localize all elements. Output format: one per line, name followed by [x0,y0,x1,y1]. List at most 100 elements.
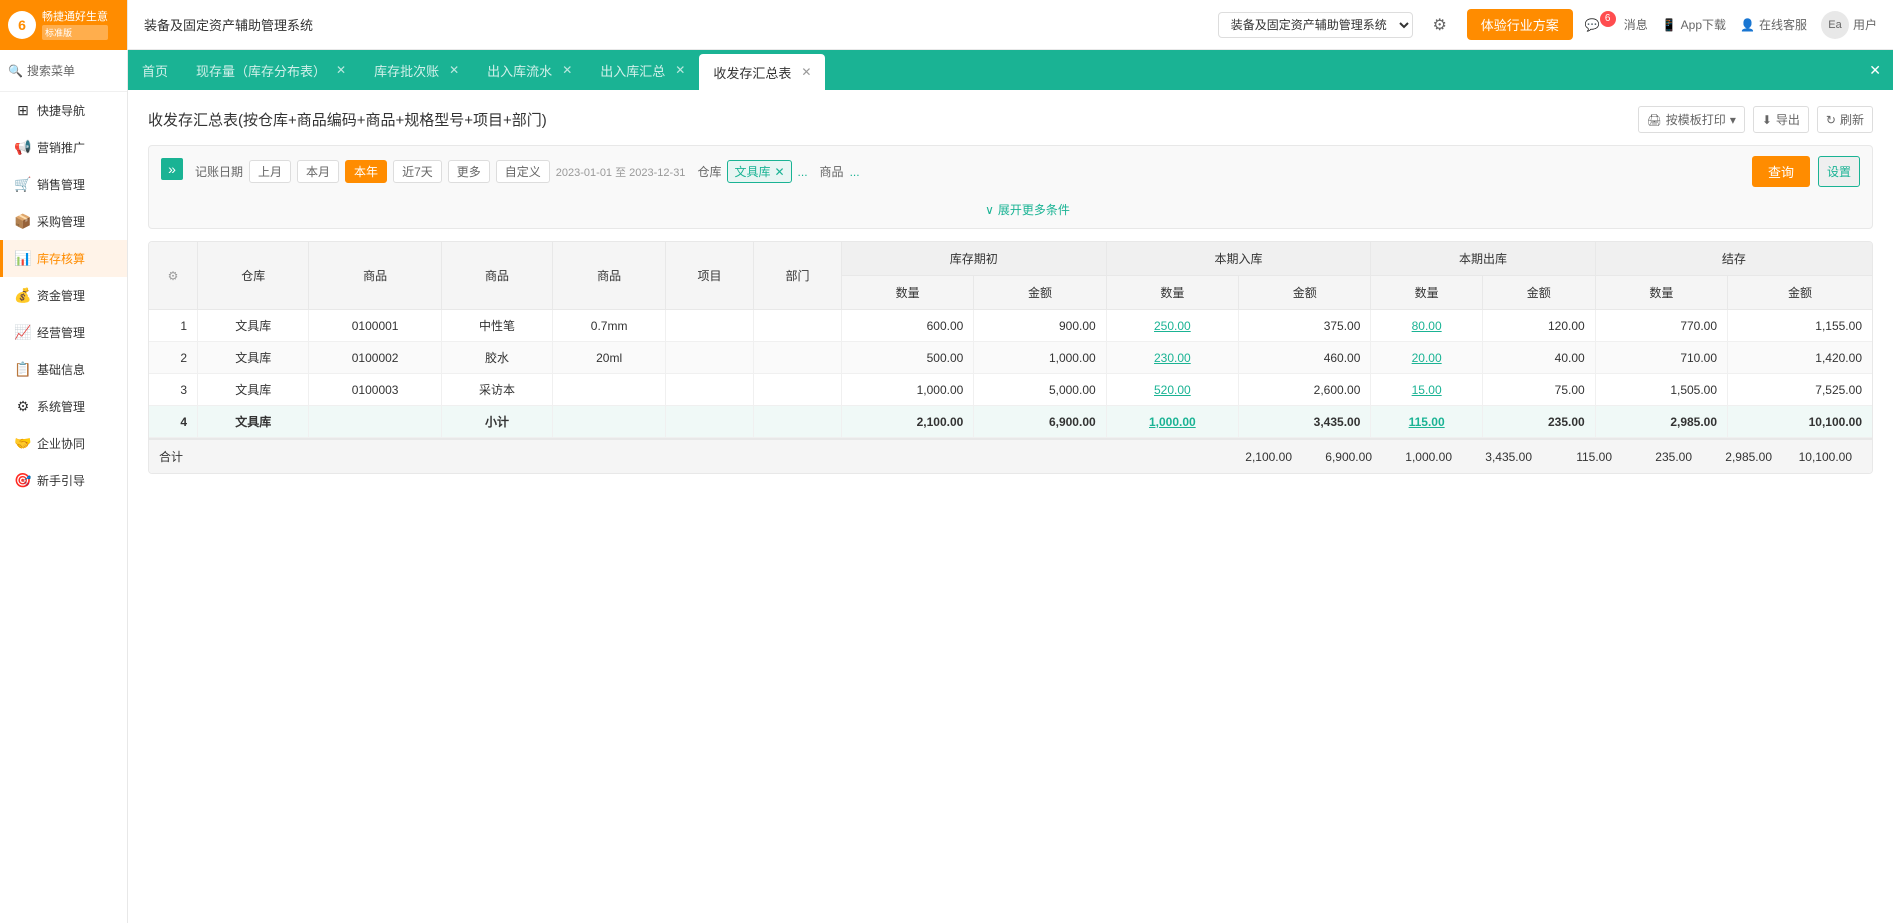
warehouse-more-button[interactable]: ... [798,165,808,179]
table-cell-link[interactable]: 250.00 [1106,310,1238,342]
date-btn-custom[interactable]: 自定义 [496,160,550,183]
system-select[interactable]: 装备及固定资产辅助管理系统 [1218,12,1413,38]
column-settings-icon[interactable]: ⚙ [159,262,187,290]
table-cell-link[interactable]: 80.00 [1371,310,1483,342]
date-btn-7days[interactable]: 近7天 [393,160,442,183]
date-btn-this-month[interactable]: 本月 [297,160,339,183]
finance-icon: 💰 [15,288,31,304]
table-cell-link[interactable]: 15.00 [1371,374,1483,406]
footer-opening-amt: 6,900.00 [1302,450,1382,464]
table-row: 3文具库0100003采访本1,000.005,000.00520.002,60… [149,374,1872,406]
enterprise-icon: 🤝 [15,436,31,452]
filter-content: 记账日期 上月 本月 本年 近7天 更多 自定义 2023-01-01 至 20… [195,156,1860,218]
filter-expand-button[interactable]: » [161,158,183,180]
search-menu-label: 搜索菜单 [27,62,75,79]
product-filter-group: 商品 ... [820,163,860,180]
table-cell: 1,420.00 [1728,342,1872,374]
tab-close-icon[interactable]: ✕ [675,63,685,77]
sidebar-item-label: 基础信息 [37,361,85,378]
table-cell-link[interactable]: 20.00 [1371,342,1483,374]
table-row: 4文具库小计2,100.006,900.001,000.003,435.0011… [149,406,1872,438]
tab-home[interactable]: 首页 [128,50,182,90]
table-cell: 2 [149,342,198,374]
tab-close-icon[interactable]: ✕ [562,63,572,77]
sidebar-item-purchase[interactable]: 📦 采购管理 [0,203,127,240]
sidebar-item-quick-nav[interactable]: ⊞ 快捷导航 [0,92,127,129]
table-cell: 75.00 [1482,374,1595,406]
warehouse-tag-close-icon[interactable]: ✕ [774,165,784,179]
th-settings: ⚙ [149,242,198,310]
tab-inout-flow[interactable]: 出入库流水 ✕ [473,50,586,90]
tab-close-icon[interactable]: ✕ [336,63,346,77]
th-spec: 商品 [553,242,666,310]
tab-close-icon[interactable]: ✕ [449,63,459,77]
table-cell: 4 [149,406,198,438]
search-menu-button[interactable]: 🔍 搜索菜单 [8,58,119,83]
tab-inout-summary[interactable]: 出入库汇总 ✕ [586,50,699,90]
th-in-amt: 金额 [1239,276,1371,310]
table-cell: 1,000.00 [974,342,1106,374]
settings-link-button[interactable]: 设置 [1818,156,1860,187]
tabbar-close-button[interactable]: ✕ [1857,62,1893,79]
sidebar-item-operations[interactable]: 📈 经营管理 [0,314,127,351]
system-title: 装备及固定资产辅助管理系统 [144,15,1206,34]
table-cell-link[interactable]: 1,000.00 [1106,406,1238,438]
tab-inventory-dist[interactable]: 现存量（库存分布表） ✕ [182,50,360,90]
expand-more-button[interactable]: ∨ 展开更多条件 [985,201,1070,218]
sidebar-item-marketing[interactable]: 📢 营销推广 [0,129,127,166]
footer-spacer4 [1102,450,1162,464]
app-download-item[interactable]: 📱 App下载 [1662,16,1726,33]
print-button[interactable]: 🖨 按模板打印 ▾ [1638,106,1745,133]
footer-closing-amt: 10,100.00 [1782,450,1862,464]
marketing-icon: 📢 [15,140,31,156]
sidebar-item-newbie[interactable]: 🎯 新手引导 [0,462,127,499]
table-cell-link[interactable]: 230.00 [1106,342,1238,374]
table-cell: 1 [149,310,198,342]
sidebar-item-sales[interactable]: 🛒 销售管理 [0,166,127,203]
th-warehouse: 仓库 [198,242,309,310]
th-out-qty: 数量 [1371,276,1483,310]
online-service-item[interactable]: 👤 在线客服 [1740,16,1807,33]
sidebar-item-label: 快捷导航 [37,102,85,119]
table-cell: 3 [149,374,198,406]
message-badge: 6 [1600,11,1616,27]
table-cell: 5,000.00 [974,374,1106,406]
sales-icon: 🛒 [15,177,31,193]
logo-name: 畅捷通好生意 [42,10,108,24]
sidebar-item-system[interactable]: ⚙ 系统管理 [0,388,127,425]
table-cell: 600.00 [841,310,973,342]
export-button[interactable]: ⬇ 导出 [1753,106,1809,133]
sidebar-item-inventory[interactable]: 📊 库存核算 [0,240,127,277]
sidebar-item-basic-info[interactable]: 📋 基础信息 [0,351,127,388]
th-dept: 部门 [753,242,841,310]
th-in-qty: 数量 [1106,276,1238,310]
quick-nav-icon: ⊞ [15,103,31,119]
date-btn-more[interactable]: 更多 [448,160,490,183]
table-cell: 中性笔 [441,310,552,342]
gear-icon[interactable]: ⚙ [1425,10,1455,40]
query-button[interactable]: 查询 [1752,156,1810,187]
sidebar-item-enterprise[interactable]: 🤝 企业协同 [0,425,127,462]
product-more-button[interactable]: ... [850,165,860,179]
page-title: 收发存汇总表(按仓库+商品编码+商品+规格型号+项目+部门) [148,109,547,130]
table-cell: 710.00 [1595,342,1727,374]
tab-home-label: 首页 [142,61,168,80]
message-item[interactable]: 💬 6 消息 [1585,16,1648,33]
table-cell-link[interactable]: 520.00 [1106,374,1238,406]
table-cell: 0100003 [309,374,441,406]
sidebar-item-label: 营销推广 [37,139,85,156]
tab-close-icon[interactable]: ✕ [801,65,811,79]
user-item[interactable]: Ea 用户 [1821,11,1877,39]
trial-button[interactable]: 体验行业方案 [1467,9,1573,40]
warehouse-tag[interactable]: 文具库 ✕ [727,160,791,183]
refresh-button[interactable]: ↻ 刷新 [1817,106,1873,133]
th-opening-qty: 数量 [841,276,973,310]
tab-receive-summary[interactable]: 收发存汇总表 ✕ [699,54,825,90]
sidebar-item-finance[interactable]: 💰 资金管理 [0,277,127,314]
table-cell: 500.00 [841,342,973,374]
tab-batch[interactable]: 库存批次账 ✕ [360,50,473,90]
table-cell [753,310,841,342]
date-btn-this-year[interactable]: 本年 [345,160,387,183]
date-btn-last-month[interactable]: 上月 [249,160,291,183]
table-cell-link[interactable]: 115.00 [1371,406,1483,438]
